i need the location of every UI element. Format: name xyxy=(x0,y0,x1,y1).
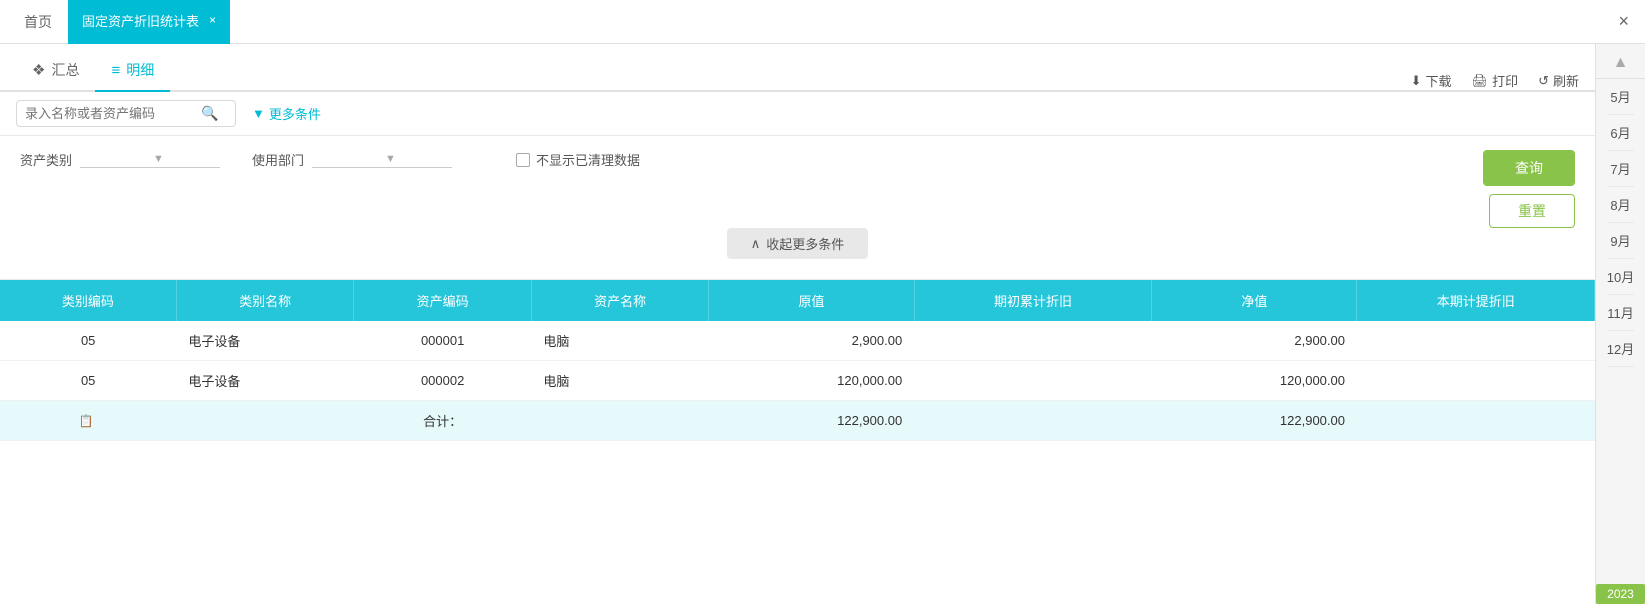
scroll-up-icon[interactable]: ▲ xyxy=(1596,48,1645,79)
use-department-select[interactable]: ▼ xyxy=(312,151,452,168)
year-badge[interactable]: 2023 xyxy=(1596,584,1645,604)
active-tab[interactable]: 固定资产折旧统计表 × xyxy=(68,0,230,44)
sidebar-month-item[interactable]: 8月 xyxy=(1607,187,1634,223)
cell-accumulated-dep xyxy=(914,321,1151,361)
cell-category-name: 电子设备 xyxy=(176,361,354,401)
hide-cleared-checkbox[interactable] xyxy=(516,153,530,167)
tab-detail-label: 明细 xyxy=(126,60,154,80)
print-icon: 🖨 xyxy=(1472,73,1489,89)
sidebar-month-item[interactable]: 12月 xyxy=(1607,331,1634,367)
cell-original-value: 120,000.00 xyxy=(709,361,914,401)
tab-detail[interactable]: ≡ 明细 xyxy=(95,50,170,92)
cell-category-code: 05 xyxy=(0,361,176,401)
asset-category-select[interactable]: ▼ xyxy=(80,151,220,168)
asset-category-field: 资产类别 ▼ xyxy=(20,150,220,169)
download-label: 下载 xyxy=(1426,71,1452,90)
tab-title: 固定资产折旧统计表 xyxy=(82,11,199,30)
col-header-category-name: 类别名称 xyxy=(176,280,354,321)
main-panel: ❖ 汇总 ≡ 明细 ⬇ 下载 🖨 打印 ↺ 刷新 xyxy=(0,44,1595,604)
detail-icon: ≡ xyxy=(111,62,120,79)
more-filters-label: 更多条件 xyxy=(269,104,321,123)
summary-icon: ❖ xyxy=(32,61,45,79)
cell-asset-code: 000001 xyxy=(354,321,532,361)
right-sidebar: ▲ 5月6月7月8月9月10月11月12月 2023 xyxy=(1595,44,1645,604)
total-row: 📋 合计： 122,900.00 122,900.00 xyxy=(0,401,1595,441)
col-header-current-dep: 本期计提折旧 xyxy=(1357,280,1595,321)
query-button[interactable]: 查询 xyxy=(1483,150,1575,186)
filter-actions: 查询 重置 xyxy=(1483,150,1575,228)
content-area: ❖ 汇总 ≡ 明细 ⬇ 下载 🖨 打印 ↺ 刷新 xyxy=(0,44,1645,604)
cell-asset-name: 电脑 xyxy=(531,361,709,401)
col-header-net-value: 净值 xyxy=(1152,280,1357,321)
refresh-label: 刷新 xyxy=(1553,71,1579,90)
col-header-category-code: 类别编码 xyxy=(0,280,176,321)
toolbar-right: ⬇ 下载 🖨 打印 ↺ 刷新 xyxy=(1411,71,1579,90)
cell-net-value: 120,000.00 xyxy=(1152,361,1357,401)
close-tab-icon[interactable]: × xyxy=(209,13,216,27)
top-nav: 首页 固定资产折旧统计表 × × xyxy=(0,0,1645,44)
reset-button[interactable]: 重置 xyxy=(1489,194,1575,228)
filter-icon: ▼ xyxy=(252,106,265,121)
search-input[interactable] xyxy=(25,106,195,121)
cell-original-value: 2,900.00 xyxy=(709,321,914,361)
data-table: 类别编码 类别名称 资产编码 资产名称 原值 期初累计折旧 净值 本期计提折旧 … xyxy=(0,280,1595,441)
col-header-asset-name: 资产名称 xyxy=(531,280,709,321)
table-header-row: 类别编码 类别名称 资产编码 资产名称 原值 期初累计折旧 净值 本期计提折旧 xyxy=(0,280,1595,321)
total-accumulated-dep xyxy=(914,401,1151,441)
collapse-filters-button[interactable]: ∧ 收起更多条件 xyxy=(727,228,869,259)
col-header-accumulated-dep: 期初累计折旧 xyxy=(914,280,1151,321)
more-filters-button[interactable]: ▼ 更多条件 xyxy=(252,104,321,123)
download-icon: ⬇ xyxy=(1411,73,1422,89)
use-department-field: 使用部门 ▼ xyxy=(252,150,452,169)
search-wrap: 🔍 xyxy=(16,100,236,127)
total-net-value: 122,900.00 xyxy=(1152,401,1357,441)
collapse-label: 收起更多条件 xyxy=(766,234,844,253)
table-row[interactable]: 05 电子设备 000002 电脑 120,000.00 120,000.00 xyxy=(0,361,1595,401)
download-button[interactable]: ⬇ 下载 xyxy=(1411,71,1452,90)
tab-bar: ❖ 汇总 ≡ 明细 ⬇ 下载 🖨 打印 ↺ 刷新 xyxy=(0,44,1595,92)
refresh-button[interactable]: ↺ 刷新 xyxy=(1538,71,1579,90)
asset-category-label: 资产类别 xyxy=(20,150,72,169)
table-row[interactable]: 05 电子设备 000001 电脑 2,900.00 2,900.00 xyxy=(0,321,1595,361)
refresh-icon: ↺ xyxy=(1538,73,1549,89)
sidebar-month-item[interactable]: 9月 xyxy=(1607,223,1634,259)
filter-panel: 资产类别 ▼ 使用部门 ▼ xyxy=(0,136,1595,280)
total-label-cell: 合计： xyxy=(176,401,709,441)
cell-asset-name: 电脑 xyxy=(531,321,709,361)
home-link[interactable]: 首页 xyxy=(16,12,60,32)
use-department-arrow-icon: ▼ xyxy=(385,153,448,165)
cell-current-dep xyxy=(1357,321,1595,361)
cell-current-dep xyxy=(1357,361,1595,401)
total-icon-cell: 📋 xyxy=(0,401,176,441)
hide-cleared-label: 不显示已清理数据 xyxy=(536,150,640,169)
close-window-icon[interactable]: × xyxy=(1618,11,1629,32)
sidebar-month-item[interactable]: 5月 xyxy=(1607,79,1634,115)
cell-category-code: 05 xyxy=(0,321,176,361)
table-wrap: 类别编码 类别名称 资产编码 资产名称 原值 期初累计折旧 净值 本期计提折旧 … xyxy=(0,280,1595,604)
sidebar-month-item[interactable]: 6月 xyxy=(1607,115,1634,151)
sidebar-month-item[interactable]: 10月 xyxy=(1607,259,1634,295)
cell-category-name: 电子设备 xyxy=(176,321,354,361)
print-button[interactable]: 🖨 打印 xyxy=(1472,71,1519,90)
collapse-icon: ∧ xyxy=(751,236,761,252)
cell-net-value: 2,900.00 xyxy=(1152,321,1357,361)
col-header-asset-code: 资产编码 xyxy=(354,280,532,321)
filter-row-1: 资产类别 ▼ 使用部门 ▼ xyxy=(20,150,1467,169)
hide-cleared-wrap: 不显示已清理数据 xyxy=(516,150,640,169)
search-toolbar: 🔍 ▼ 更多条件 xyxy=(0,92,1595,136)
tab-summary-label: 汇总 xyxy=(51,60,79,80)
cell-asset-code: 000002 xyxy=(354,361,532,401)
asset-category-arrow-icon: ▼ xyxy=(153,153,216,165)
use-department-label: 使用部门 xyxy=(252,150,304,169)
col-header-original-value: 原值 xyxy=(709,280,914,321)
total-original-value: 122,900.00 xyxy=(709,401,914,441)
search-icon[interactable]: 🔍 xyxy=(201,105,218,122)
sidebar-month-item[interactable]: 7月 xyxy=(1607,151,1634,187)
total-current-dep xyxy=(1357,401,1595,441)
print-label: 打印 xyxy=(1492,71,1518,90)
cell-accumulated-dep xyxy=(914,361,1151,401)
total-icon: 📋 xyxy=(79,414,94,428)
sidebar-month-item[interactable]: 11月 xyxy=(1607,295,1634,331)
tab-summary[interactable]: ❖ 汇总 xyxy=(16,50,95,92)
